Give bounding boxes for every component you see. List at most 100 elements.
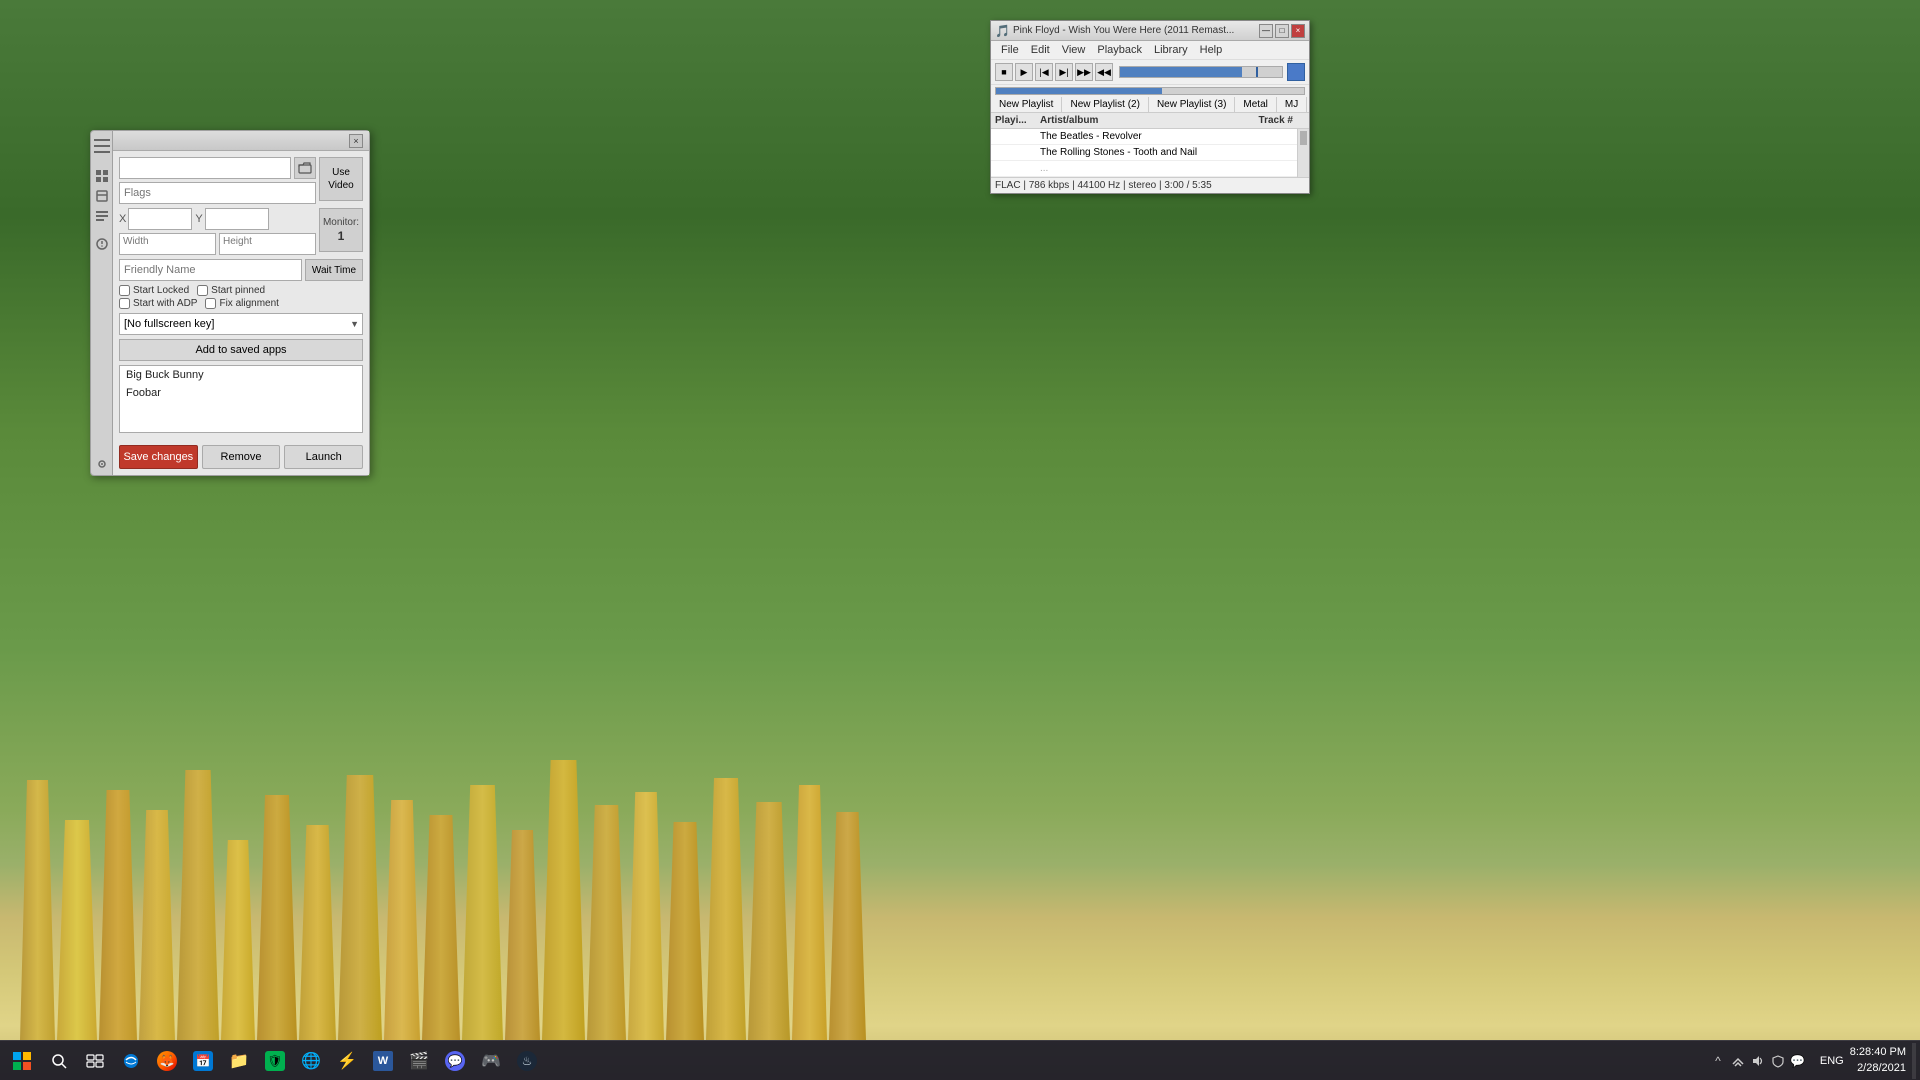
task-view-button[interactable]: [78, 1044, 112, 1078]
track-scrollbar[interactable]: [1297, 129, 1309, 177]
sidebar-nav-2[interactable]: [94, 189, 110, 203]
playlist-tab-3[interactable]: Metal: [1235, 97, 1276, 112]
start-button[interactable]: [4, 1043, 40, 1079]
taskbar-app-edge[interactable]: [114, 1044, 148, 1078]
prev-button[interactable]: |◀: [1035, 63, 1053, 81]
next-button[interactable]: ▶|: [1055, 63, 1073, 81]
tray-volume-icon[interactable]: [1750, 1053, 1766, 1069]
playlist-tab-4[interactable]: MJ: [1277, 97, 1307, 112]
tray-expand[interactable]: ^: [1710, 1053, 1726, 1069]
friendly-wait-row: Wait Time: [119, 259, 363, 281]
height-input[interactable]: [219, 233, 316, 255]
menu-view[interactable]: View: [1056, 43, 1092, 57]
tray-action-center[interactable]: 💬: [1790, 1053, 1806, 1069]
taskbar-app-firefox[interactable]: 🦊: [150, 1044, 184, 1078]
action-buttons-row: Save changes Remove Launch: [113, 441, 369, 475]
command-line-input[interactable]: Command Line: [119, 157, 291, 179]
menu-help[interactable]: Help: [1194, 43, 1229, 57]
x-input[interactable]: [128, 208, 192, 230]
tray-security-icon[interactable]: [1770, 1053, 1786, 1069]
menu-file[interactable]: File: [995, 43, 1025, 57]
playlist-tab-2[interactable]: New Playlist (3): [1149, 97, 1235, 112]
start-locked-check[interactable]: Start Locked: [119, 285, 189, 296]
close-button[interactable]: ×: [1291, 24, 1305, 38]
track-item-0[interactable]: The Beatles - Revolver: [991, 129, 1309, 145]
tray-network-icon[interactable]: [1730, 1053, 1746, 1069]
ff-button[interactable]: ▶▶: [1075, 63, 1093, 81]
menu-edit[interactable]: Edit: [1025, 43, 1056, 57]
pencil: [829, 812, 866, 1040]
browse-button[interactable]: [294, 157, 316, 179]
menu-icon[interactable]: [94, 139, 110, 153]
pencil: [20, 780, 55, 1040]
taskbar-app-photos[interactable]: 🎬: [402, 1044, 436, 1078]
media-status-text: FLAC | 786 kbps | 44100 Hz | stereo | 3:…: [995, 180, 1212, 191]
taskbar-clock[interactable]: 8:28:40 PM 2/28/2021: [1850, 1045, 1910, 1076]
taskbar: 🦊 📅 📁 🛡 🌐 ⚡ W 🎬 💬 🎮 ♨ ^: [0, 1040, 1920, 1080]
start-adp-check[interactable]: Start with ADP: [119, 298, 197, 309]
pencil: [462, 785, 503, 1040]
saved-app-item-0[interactable]: Big Buck Bunny: [120, 366, 362, 384]
y-input[interactable]: [205, 208, 269, 230]
cmd-line-row: Command Line Use Video: [119, 157, 363, 204]
sidebar-nav-4[interactable]: [94, 237, 110, 251]
pencil: [299, 825, 336, 1040]
maximize-button[interactable]: □: [1275, 24, 1289, 38]
track-artist-0: The Beatles - Revolver: [1040, 131, 1255, 142]
checks-row-2: Start with ADP Fix alignment: [119, 298, 363, 309]
start-adp-checkbox[interactable]: [119, 298, 130, 309]
taskbar-app-apps[interactable]: ⚡: [330, 1044, 364, 1078]
rw-button[interactable]: ◀◀: [1095, 63, 1113, 81]
col-artist: Artist/album: [1040, 115, 1243, 126]
remove-button[interactable]: Remove: [202, 445, 281, 469]
language-indicator[interactable]: ENG: [1816, 1055, 1848, 1067]
saved-apps-list[interactable]: Big Buck Bunny Foobar: [119, 365, 363, 433]
media-titlebar: 🎵 Pink Floyd - Wish You Were Here (2011 …: [991, 21, 1309, 41]
taskbar-app-explorer[interactable]: 📁: [222, 1044, 256, 1078]
use-video-button[interactable]: Use Video: [319, 157, 363, 201]
minimize-button[interactable]: —: [1259, 24, 1273, 38]
menu-playback[interactable]: Playback: [1091, 43, 1148, 57]
search-taskbar-button[interactable]: [42, 1044, 76, 1078]
fix-alignment-checkbox[interactable]: [205, 298, 216, 309]
x-label: X: [119, 213, 126, 225]
friendly-name-input[interactable]: [119, 259, 302, 281]
taskbar-app-gaming[interactable]: 🎮: [474, 1044, 508, 1078]
playlist-tab-5[interactable]: Skylines - Gold FM: [1307, 97, 1309, 112]
volume-bar[interactable]: [1119, 66, 1283, 78]
pencil: [666, 822, 704, 1040]
taskbar-app-word[interactable]: W: [366, 1044, 400, 1078]
playlist-tab-1[interactable]: New Playlist (2): [1062, 97, 1148, 112]
taskbar-app-security[interactable]: 🛡: [258, 1044, 292, 1078]
menu-library[interactable]: Library: [1148, 43, 1194, 57]
pencil: [505, 830, 540, 1040]
fullscreen-key-select[interactable]: [No fullscreen key] F11 F12 Alt+Enter: [119, 313, 363, 335]
add-to-saved-button[interactable]: Add to saved apps: [119, 339, 363, 361]
sidebar-nav-1[interactable]: [94, 169, 110, 183]
close-button[interactable]: ×: [349, 134, 363, 148]
track-item-1[interactable]: The Rolling Stones - Tooth and Nail 1/: [991, 145, 1309, 161]
taskbar-app-steam[interactable]: ♨: [510, 1044, 544, 1078]
fix-alignment-check[interactable]: Fix alignment: [205, 298, 278, 309]
start-pinned-check[interactable]: Start pinned: [197, 285, 265, 296]
sidebar-nav-3[interactable]: [94, 209, 110, 223]
seek-bar[interactable]: [995, 87, 1305, 95]
width-input[interactable]: [119, 233, 216, 255]
saved-app-item-1[interactable]: Foobar: [120, 384, 362, 402]
taskbar-app-calendar[interactable]: 📅: [186, 1044, 220, 1078]
start-pinned-checkbox[interactable]: [197, 285, 208, 296]
taskbar-app-discord[interactable]: 💬: [438, 1044, 472, 1078]
playlist-tab-0[interactable]: New Playlist: [991, 97, 1062, 112]
app-titlebar: ×: [113, 131, 369, 151]
taskbar-app-chrome[interactable]: 🌐: [294, 1044, 328, 1078]
launch-button[interactable]: Launch: [284, 445, 363, 469]
stop-button[interactable]: ■: [995, 63, 1013, 81]
show-desktop-button[interactable]: [1912, 1043, 1916, 1079]
save-changes-button[interactable]: Save changes: [119, 445, 198, 469]
play-button[interactable]: ▶: [1015, 63, 1033, 81]
start-locked-checkbox[interactable]: [119, 285, 130, 296]
flags-input[interactable]: [119, 182, 316, 204]
settings-icon[interactable]: [94, 457, 110, 471]
pencil: [628, 792, 664, 1040]
wait-time-button[interactable]: Wait Time: [305, 259, 363, 281]
